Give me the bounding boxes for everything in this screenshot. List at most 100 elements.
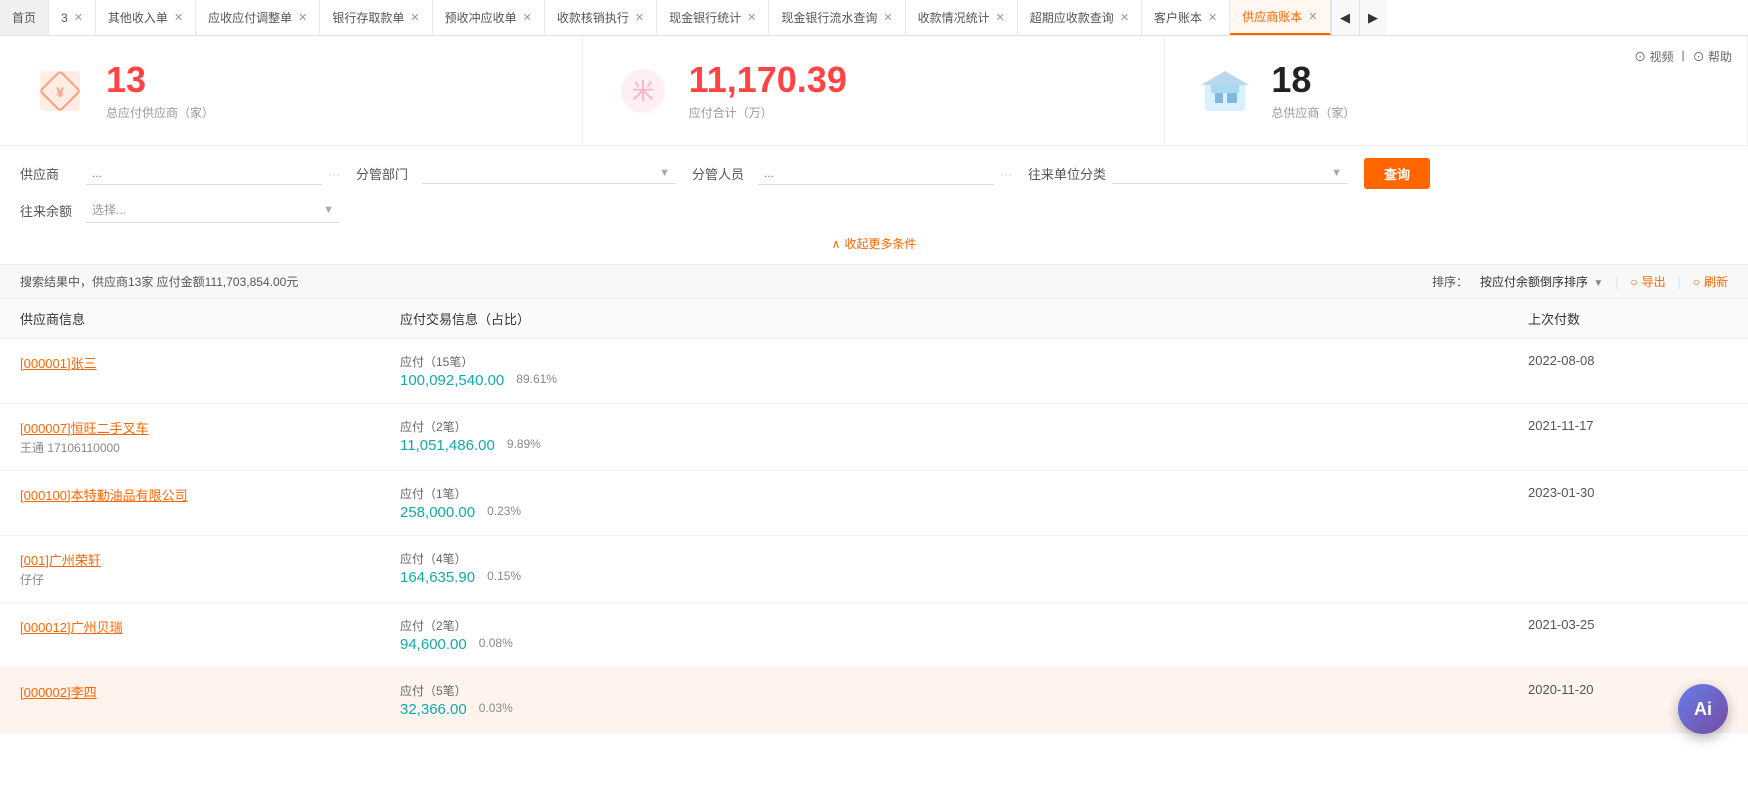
balance-filter-select[interactable]: 选择... ▼ bbox=[86, 197, 340, 223]
table-header: 供应商信息 应付交易信息（占比） 上次付数 bbox=[0, 299, 1748, 339]
nav-tab-customer-account[interactable]: 客户账本 ✕ bbox=[1142, 0, 1230, 35]
export-icon: ○ bbox=[1630, 275, 1637, 289]
search-button[interactable]: 查询 bbox=[1364, 158, 1430, 189]
svg-text:米: 米 bbox=[632, 79, 654, 104]
nav-tab-overdue-collection-label: 超期应收款查询 bbox=[1030, 9, 1114, 26]
nav-tab-other-income-close[interactable]: ✕ bbox=[174, 11, 183, 24]
supplier-link[interactable]: [001]广州荣轩 bbox=[20, 553, 101, 568]
top-navigation: 首页 3 ✕ 其他收入单 ✕ 应收应付调整单 ✕ 银行存取款单 ✕ 预收冲应收单… bbox=[0, 0, 1748, 36]
trans-amount[interactable]: 164,635.90 bbox=[400, 569, 475, 586]
export-button[interactable]: ○ 导出 bbox=[1630, 273, 1665, 290]
supplier-link[interactable]: [000012]广州贝瑞 bbox=[20, 620, 123, 635]
trans-info: 应付（2笔） 94,600.00 0.08% bbox=[400, 617, 1528, 653]
refresh-icon: ○ bbox=[1693, 275, 1700, 289]
supplier-link[interactable]: [000001]张三 bbox=[20, 356, 97, 371]
supplier-info-cell: [000007]恒旺二手叉车 王通 17106110000 bbox=[20, 418, 400, 456]
table-row: [000100]本特勤油品有限公司 应付（1笔） 258,000.00 0.23… bbox=[0, 471, 1748, 536]
nav-tab-customer-account-close[interactable]: ✕ bbox=[1208, 11, 1217, 24]
nav-prev-arrow[interactable]: ◀ bbox=[1331, 0, 1359, 36]
filter-row-2: 往来余额 选择... ▼ bbox=[20, 197, 1728, 223]
export-divider: | bbox=[1615, 275, 1618, 289]
filter-dept: 分管部门 ▼ bbox=[356, 163, 676, 184]
nav-tab-overdue-collection-close[interactable]: ✕ bbox=[1120, 11, 1129, 24]
trans-type: 应付（5笔） bbox=[400, 682, 467, 699]
nav-tab-advance-collection[interactable]: 预收冲应收单 ✕ bbox=[433, 0, 545, 35]
category-filter-select[interactable]: ▼ bbox=[1112, 163, 1348, 184]
last-pay-cell: 2021-03-25 bbox=[1528, 617, 1728, 632]
person-filter-label: 分管人员 bbox=[692, 164, 752, 183]
nav-tab-home[interactable]: 首页 bbox=[0, 0, 49, 35]
last-pay-date: 2020-11-20 bbox=[1528, 682, 1594, 697]
nav-tab-cash-bank-flow[interactable]: 现金银行流水查询 ✕ bbox=[769, 0, 905, 35]
supplier-link[interactable]: [000007]恒旺二手叉车 bbox=[20, 421, 149, 436]
trans-percent: 0.23% bbox=[487, 504, 521, 518]
trans-percent: 89.61% bbox=[516, 372, 557, 386]
trans-info: 应付（4笔） 164,635.90 0.15% bbox=[400, 550, 1528, 586]
nav-tab-supplier-account-close[interactable]: ✕ bbox=[1308, 10, 1317, 23]
collapse-bar[interactable]: ∧ 收起更多条件 bbox=[20, 231, 1728, 254]
collapse-chevron-up-icon: ∧ bbox=[832, 237, 841, 251]
table-row: [000001]张三 应付（15笔） 100,092,540.00 89.61%… bbox=[0, 339, 1748, 404]
payable-suppliers-number: 13 bbox=[106, 60, 214, 100]
supplier-info-cell: [000002]李四 bbox=[20, 682, 400, 701]
nav-tab-advance-collection-label: 预收冲应收单 bbox=[445, 9, 517, 26]
nav-tab-advance-collection-close[interactable]: ✕ bbox=[523, 11, 532, 24]
trans-details: 应付（5笔） 32,366.00 bbox=[400, 682, 467, 718]
category-filter-label: 往来单位分类 bbox=[1028, 164, 1106, 183]
nav-tab-cash-bank-stat-close[interactable]: ✕ bbox=[747, 11, 756, 24]
person-filter-input[interactable] bbox=[758, 162, 994, 185]
ai-assistant-button[interactable]: Ai bbox=[1678, 684, 1728, 734]
stat-payable-total: 米 11,170.39 应付合计（万） bbox=[583, 36, 1166, 145]
supplier-info-cell: [000001]张三 bbox=[20, 353, 400, 372]
filter-balance: 往来余额 选择... ▼ bbox=[20, 197, 340, 223]
trans-type: 应付（1笔） bbox=[400, 485, 475, 502]
nav-tab-collection-stat[interactable]: 收款情况统计 ✕ bbox=[906, 0, 1018, 35]
col-transaction-header: 应付交易信息（占比） bbox=[400, 309, 1528, 328]
nav-next-arrow[interactable]: ▶ bbox=[1359, 0, 1387, 36]
trans-amount[interactable]: 258,000.00 bbox=[400, 504, 475, 521]
last-pay-date: 2021-03-25 bbox=[1528, 617, 1595, 632]
stat-total-suppliers-info: 18 总供应商（家） bbox=[1271, 60, 1355, 121]
trans-info: 应付（2笔） 11,051,486.00 9.89% bbox=[400, 418, 1528, 454]
balance-chevron-down-icon: ▼ bbox=[323, 204, 334, 216]
trans-amount[interactable]: 100,092,540.00 bbox=[400, 372, 504, 389]
nav-tab-ap-adjust-close[interactable]: ✕ bbox=[298, 11, 307, 24]
sort-chevron-down-icon: ▼ bbox=[1593, 278, 1603, 289]
nav-tab-3-close[interactable]: ✕ bbox=[74, 11, 83, 24]
nav-tab-supplier-account[interactable]: 供应商账本 ✕ bbox=[1230, 0, 1330, 35]
refresh-button[interactable]: ○ 刷新 bbox=[1693, 273, 1728, 290]
trans-info: 应付（15笔） 100,092,540.00 89.61% bbox=[400, 353, 1528, 389]
help-link[interactable]: ⊙ 帮助 bbox=[1693, 48, 1732, 65]
nav-tab-home-label: 首页 bbox=[12, 9, 36, 26]
nav-tab-bank-deposit-close[interactable]: ✕ bbox=[410, 11, 419, 24]
balance-filter-label: 往来余额 bbox=[20, 201, 80, 220]
supplier-link[interactable]: [000100]本特勤油品有限公司 bbox=[20, 488, 188, 503]
nav-tab-collection-stat-close[interactable]: ✕ bbox=[996, 11, 1005, 24]
nav-tab-3[interactable]: 3 ✕ bbox=[49, 0, 96, 35]
dept-filter-select[interactable]: ▼ bbox=[422, 163, 676, 184]
table-row: [001]广州荣轩 仔仔 应付（4笔） 164,635.90 0.15% bbox=[0, 536, 1748, 603]
trans-amount[interactable]: 11,051,486.00 bbox=[400, 437, 495, 454]
nav-tab-bank-deposit[interactable]: 银行存取款单 ✕ bbox=[320, 0, 432, 35]
supplier-filter-input[interactable] bbox=[86, 162, 322, 185]
nav-tab-overdue-collection[interactable]: 超期应收款查询 ✕ bbox=[1018, 0, 1142, 35]
trans-amount[interactable]: 94,600.00 bbox=[400, 636, 467, 653]
trans-amount[interactable]: 32,366.00 bbox=[400, 701, 467, 718]
video-link[interactable]: ⊙ 视频 bbox=[1634, 48, 1673, 65]
nav-tab-collection-exec[interactable]: 收款核销执行 ✕ bbox=[545, 0, 657, 35]
supplier-link[interactable]: [000002]李四 bbox=[20, 685, 97, 700]
nav-tab-ap-adjust[interactable]: 应收应付调整单 ✕ bbox=[196, 0, 320, 35]
nav-tab-collection-exec-label: 收款核销执行 bbox=[557, 9, 629, 26]
nav-tab-collection-exec-close[interactable]: ✕ bbox=[635, 11, 644, 24]
dept-chevron-down-icon: ▼ bbox=[659, 167, 670, 179]
stat-payable-suppliers-info: 13 总应付供应商（家） bbox=[106, 60, 214, 121]
nav-tab-other-income[interactable]: 其他收入单 ✕ bbox=[96, 0, 196, 35]
sort-value[interactable]: 按应付余额倒序排序 ▼ bbox=[1480, 273, 1603, 290]
supplier-info-cell: [000012]广州贝瑞 bbox=[20, 617, 400, 636]
last-pay-cell: 2022-08-08 bbox=[1528, 353, 1728, 368]
results-bar: 搜索结果中，供应商13家 应付金额111,703,854.00元 排序： 按应付… bbox=[0, 265, 1748, 299]
nav-tab-cash-bank-flow-close[interactable]: ✕ bbox=[883, 11, 892, 24]
last-pay-date: 2023-01-30 bbox=[1528, 485, 1595, 500]
supplier-sub: 仔仔 bbox=[20, 571, 400, 588]
nav-tab-cash-bank-stat[interactable]: 现金银行统计 ✕ bbox=[657, 0, 769, 35]
